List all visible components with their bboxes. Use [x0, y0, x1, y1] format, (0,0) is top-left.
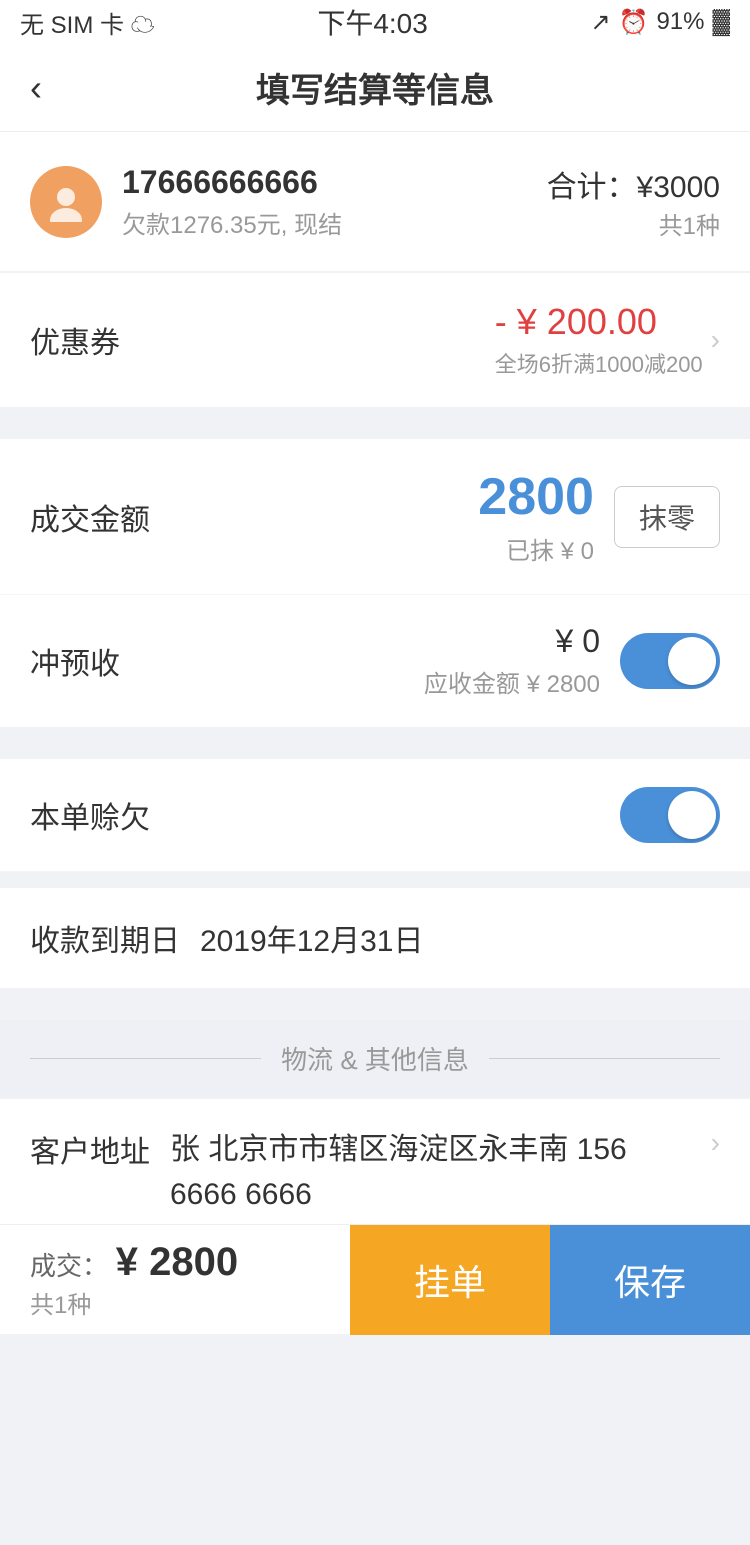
bottom-deal-amount: ¥ 2800 [116, 1240, 238, 1284]
save-button[interactable]: 保存 [550, 1225, 750, 1335]
hang-button[interactable]: 挂单 [350, 1225, 550, 1335]
credit-toggle-knob [668, 791, 716, 839]
bottom-bar: 成交： ¥ 2800 共1种 挂单 保存 [0, 1224, 750, 1334]
coupon-amount: - ¥ 200.00 [495, 301, 703, 343]
coupon-label: 优惠券 [30, 318, 120, 362]
divider3 [0, 1004, 750, 1020]
sim-label: 无 SIM 卡 ☁ [20, 5, 155, 40]
nav-bar: ‹ 填写结算等信息 [0, 44, 750, 132]
prepay-right: ¥ 0 应收金额 ¥ 2800 [424, 623, 720, 699]
user-card: 17666666666 欠款1276.35元, 现结 合计：¥3000 共1种 [0, 132, 750, 271]
chevron-right-icon: › [711, 324, 720, 356]
due-date-value: 2019年12月31日 [200, 916, 423, 960]
divider1 [0, 423, 750, 439]
sep-line-left [30, 1058, 261, 1059]
deal-section: 成交金额 2800 已抹 ¥ 0 抹零 冲预收 ¥ 0 应收金额 ¥ 2800 [0, 439, 750, 727]
user-phone: 17666666666 [122, 164, 342, 201]
credit-toggle[interactable] [620, 787, 720, 843]
prepay-toggle[interactable] [620, 633, 720, 689]
separator-row: 物流 & 其他信息 [0, 1020, 750, 1097]
total-amount: 合计：¥3000 [547, 162, 720, 206]
user-left: 17666666666 欠款1276.35元, 现结 [30, 164, 342, 240]
due-date-row: 收款到期日 2019年12月31日 [0, 888, 750, 988]
prepay-label: 冲预收 [30, 639, 120, 683]
bottom-count: 共1种 [30, 1285, 320, 1320]
prepay-value: ¥ 0 [424, 623, 600, 660]
prepay-value-wrap: ¥ 0 应收金额 ¥ 2800 [424, 623, 600, 699]
deal-right: 2800 已抹 ¥ 0 抹零 [478, 467, 720, 566]
alarm-icon: ⏰ [619, 8, 649, 37]
user-sub: 欠款1276.35元, 现结 [122, 205, 342, 240]
credit-label: 本单赊欠 [30, 793, 150, 837]
deal-label: 成交金额 [30, 495, 150, 539]
prepay-sub: 应收金额 ¥ 2800 [424, 664, 600, 699]
back-button[interactable]: ‹ [30, 67, 42, 109]
credit-row: 本单赊欠 [0, 759, 750, 872]
battery-icon: ▓ [713, 8, 731, 36]
address-label: 客户地址 [30, 1127, 150, 1171]
status-time: 下午4:03 [317, 2, 428, 42]
location-icon: ↗ [590, 8, 610, 37]
divider2 [0, 743, 750, 759]
sep-line-right [489, 1058, 720, 1059]
due-date-label: 收款到期日 [30, 916, 180, 960]
avatar [30, 166, 102, 238]
toggle-knob [668, 637, 716, 685]
bottom-deal-label: 成交： [30, 1251, 108, 1281]
coupon-row[interactable]: 优惠券 - ¥ 200.00 全场6折满1000减200 › [0, 273, 750, 407]
bottom-summary: 成交： ¥ 2800 共1种 [0, 1240, 350, 1320]
page-title: 填写结算等信息 [256, 63, 494, 112]
deal-sub: 已抹 ¥ 0 [478, 531, 594, 566]
status-left: 无 SIM 卡 ☁ [20, 5, 155, 40]
coupon-right: - ¥ 200.00 全场6折满1000减200 › [495, 301, 720, 379]
deal-amount: 2800 [478, 467, 594, 527]
coupon-desc: 全场6折满1000减200 [495, 347, 703, 379]
user-total: 合计：¥3000 共1种 [547, 162, 720, 241]
sep-text: 物流 & 其他信息 [281, 1040, 469, 1077]
status-right: ↗ ⏰ 91% ▓ [590, 8, 730, 37]
prepay-row: 冲预收 ¥ 0 应收金额 ¥ 2800 [0, 595, 750, 727]
total-count: 共1种 [547, 206, 720, 241]
battery-label: 91% [656, 8, 704, 36]
user-info: 17666666666 欠款1276.35元, 现结 [122, 164, 342, 240]
status-bar: 无 SIM 卡 ☁ 下午4:03 ↗ ⏰ 91% ▓ [0, 0, 750, 44]
address-chevron-icon: › [711, 1127, 720, 1159]
round-button[interactable]: 抹零 [614, 486, 720, 548]
deal-row: 成交金额 2800 已抹 ¥ 0 抹零 [0, 439, 750, 595]
address-value: 张 北京市市辖区海淀区永丰南 156 6666 6666 [170, 1127, 691, 1217]
